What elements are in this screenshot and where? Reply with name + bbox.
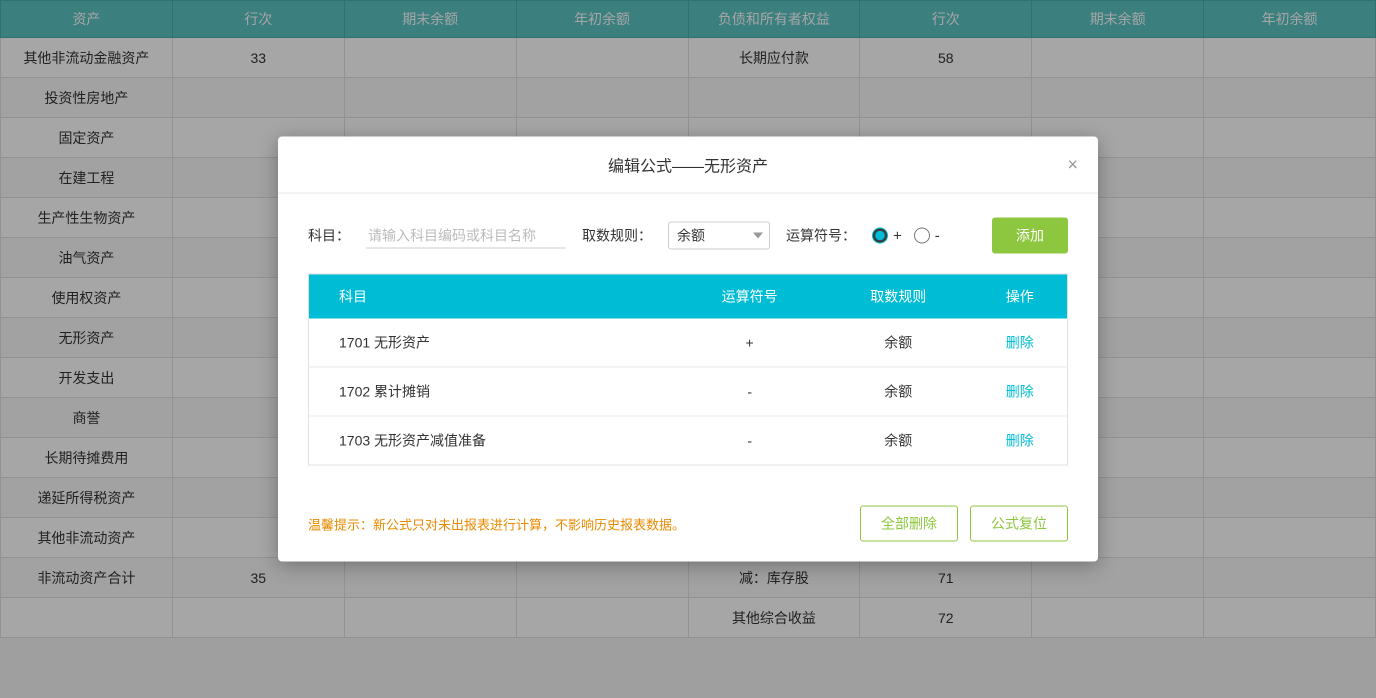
footer-actions: 全部删除 公式复位 <box>860 506 1068 542</box>
operator-minus-radio[interactable] <box>914 228 930 244</box>
table-row: 1702 累计摊销-余额 删除 <box>309 367 1068 416</box>
table-col-header: 操作 <box>973 274 1068 319</box>
table-cell-rule: 余额 <box>824 319 973 368</box>
table-row: 1701 无形资产+余额 删除 <box>309 319 1068 368</box>
modal-body: 科目： 取数规则： 余额 借方发生额 贷方发生额 运算符号： + - <box>278 194 1098 490</box>
operator-radio-group: + - <box>872 227 940 244</box>
table-body: 1701 无形资产+余额删除1702 累计摊销-余额删除1703 无形资产减值准… <box>309 319 1068 466</box>
delete-row-link[interactable]: 删除 <box>1006 335 1034 351</box>
table-cell-rule: 余额 <box>824 367 973 416</box>
reset-formula-button[interactable]: 公式复位 <box>970 506 1068 542</box>
table-col-header: 科目 <box>309 274 676 319</box>
rule-select[interactable]: 余额 借方发生额 贷方发生额 <box>668 222 770 250</box>
operator-plus-radio[interactable] <box>872 228 888 244</box>
delete-row-link[interactable]: 删除 <box>1006 384 1034 400</box>
table-header: 科目运算符号取数规则操作 <box>309 274 1068 319</box>
subject-label: 科目： <box>308 226 350 246</box>
table-col-header: 运算符号 <box>675 274 824 319</box>
operator-label: 运算符号： <box>786 226 856 246</box>
table-cell-action: 删除 <box>973 319 1068 368</box>
operator-minus-label: - <box>935 227 940 244</box>
table-cell-subject: 1703 无形资产减值准备 <box>309 416 676 465</box>
table-cell-operator: - <box>675 416 824 465</box>
rule-label: 取数规则： <box>582 226 652 246</box>
edit-formula-modal: 编辑公式——无形资产 × 科目： 取数规则： 余额 借方发生额 贷方发生额 运算… <box>278 137 1098 562</box>
formula-form-row: 科目： 取数规则： 余额 借方发生额 贷方发生额 运算符号： + - <box>308 218 1068 254</box>
table-cell-action: 删除 <box>973 367 1068 416</box>
table-cell-action: 删除 <box>973 416 1068 465</box>
formula-table: 科目运算符号取数规则操作 1701 无形资产+余额删除1702 累计摊销-余额删… <box>308 274 1068 466</box>
modal-title: 编辑公式——无形资产 <box>608 153 768 177</box>
subject-input[interactable] <box>366 223 566 248</box>
delete-all-button[interactable]: 全部删除 <box>860 506 958 542</box>
table-row: 1703 无形资产减值准备-余额 删除 <box>309 416 1068 465</box>
rule-select-wrapper: 余额 借方发生额 贷方发生额 <box>668 222 770 250</box>
operator-minus-item[interactable]: - <box>914 227 940 244</box>
table-cell-subject: 1701 无形资产 <box>309 319 676 368</box>
table-cell-rule: 余额 <box>824 416 973 465</box>
table-cell-subject: 1702 累计摊销 <box>309 367 676 416</box>
table-cell-operator: - <box>675 367 824 416</box>
modal-header: 编辑公式——无形资产 × <box>278 137 1098 194</box>
operator-plus-item[interactable]: + <box>872 227 902 244</box>
add-button[interactable]: 添加 <box>992 218 1068 254</box>
table-col-header: 取数规则 <box>824 274 973 319</box>
modal-close-button[interactable]: × <box>1063 152 1082 178</box>
table-cell-operator: + <box>675 319 824 368</box>
modal-footer: 温馨提示：新公式只对未出报表进行计算，不影响历史报表数据。 全部删除 公式复位 <box>278 490 1098 562</box>
delete-row-link[interactable]: 删除 <box>1006 433 1034 449</box>
operator-plus-label: + <box>893 227 902 244</box>
footer-tip: 温馨提示：新公式只对未出报表进行计算，不影响历史报表数据。 <box>308 514 685 533</box>
